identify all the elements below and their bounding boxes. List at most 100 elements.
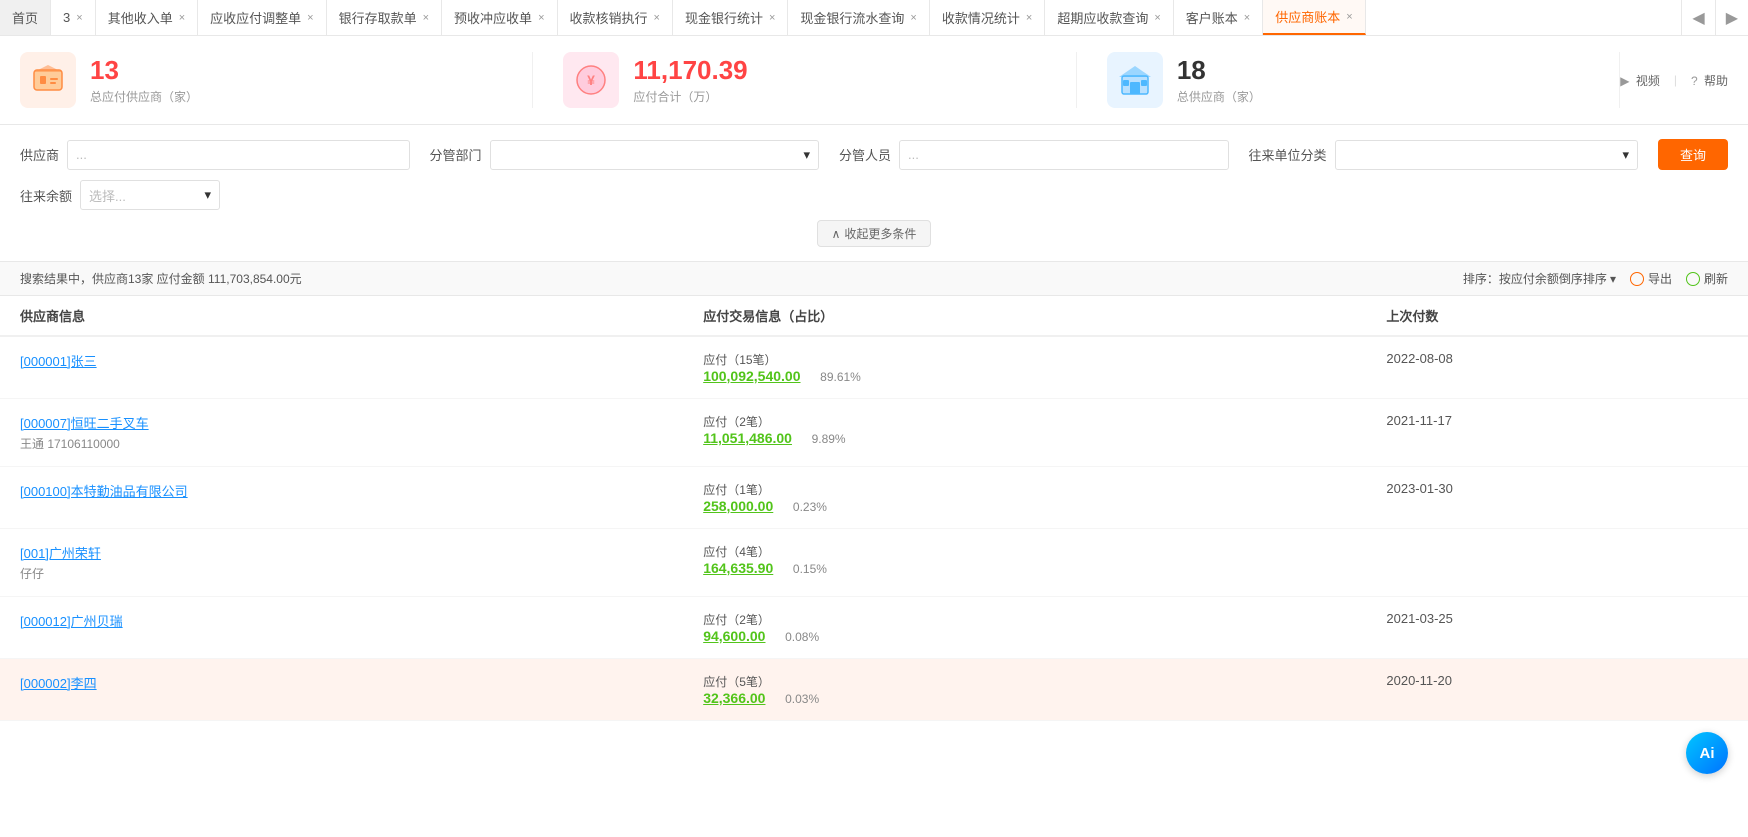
nav-cash-stat[interactable]: 现金银行统计 × xyxy=(673,0,788,35)
export-button[interactable]: 导出 xyxy=(1630,270,1672,287)
sort-button[interactable]: 排序：按应付余额倒序排序 ▾ xyxy=(1463,270,1616,287)
unit-class-select[interactable]: ▾ xyxy=(1335,140,1638,170)
refresh-button[interactable]: 刷新 xyxy=(1686,270,1728,287)
tx-amount[interactable]: 258,000.00 xyxy=(703,498,773,514)
supplier-payable-icon xyxy=(20,52,76,108)
tx-amount[interactable]: 164,635.90 xyxy=(703,560,773,576)
supplier-link[interactable]: [000007]恒旺二手叉车 xyxy=(20,413,703,432)
close-icon[interactable]: × xyxy=(910,12,916,24)
tx-amount[interactable]: 32,366.00 xyxy=(703,690,765,706)
supplier-sub: 王通 17106110000 xyxy=(20,435,703,452)
help-link[interactable]: ? 帮助 xyxy=(1691,72,1728,89)
nav-cash-query[interactable]: 现金银行流水查询 × xyxy=(788,0,929,35)
total-suppliers-count: 18 xyxy=(1177,55,1261,86)
col-last-pay: 上次付数 xyxy=(1386,306,1728,325)
tx-pct: 0.03% xyxy=(785,692,819,706)
nav-tab3[interactable]: 3 × xyxy=(51,0,96,35)
close-icon[interactable]: × xyxy=(1244,12,1250,24)
tx-amount[interactable]: 100,092,540.00 xyxy=(703,368,800,384)
tx-label: 应付（4笔） xyxy=(703,543,1386,560)
tx-cell: 应付（2笔） 94,600.00 0.08% xyxy=(703,611,1386,644)
supplier-link[interactable]: [001]广州荣轩 xyxy=(20,543,703,562)
divider: | xyxy=(1674,73,1677,87)
balance-select[interactable]: 选择... ▾ xyxy=(80,180,220,210)
dept-filter: 分管部门 ▾ xyxy=(430,140,820,170)
close-icon[interactable]: × xyxy=(179,12,185,24)
nav-ar-adjust[interactable]: 应收应付调整单 × xyxy=(198,0,326,35)
close-icon[interactable]: × xyxy=(76,12,82,24)
table-row: [000001]张三 应付（15笔） 100,092,540.00 89.61%… xyxy=(0,337,1748,399)
supplier-label: 供应商 xyxy=(20,145,59,164)
nav-next[interactable]: ▶ xyxy=(1715,0,1748,36)
tx-amount[interactable]: 94,600.00 xyxy=(703,628,765,644)
video-link[interactable]: ▶ 视频 xyxy=(1620,72,1660,89)
nav-other-income[interactable]: 其他收入单 × xyxy=(96,0,198,35)
chevron-down-icon: ▾ xyxy=(204,187,211,203)
store-icon xyxy=(1107,52,1163,108)
close-icon[interactable]: × xyxy=(1026,12,1032,24)
last-pay: 2021-03-25 xyxy=(1386,611,1728,626)
nav-prepay-ar[interactable]: 预收冲应收单 × xyxy=(442,0,557,35)
payable-amount-label: 应付合计（万） xyxy=(633,88,747,105)
dept-select[interactable]: ▾ xyxy=(490,140,819,170)
refresh-icon xyxy=(1686,272,1700,286)
summary-payable-amount: ¥ 11,170.39 应付合计（万） xyxy=(533,52,1076,108)
last-pay: 2020-11-20 xyxy=(1386,673,1728,688)
nav-overdue-ar[interactable]: 超期应收款查询 × xyxy=(1045,0,1173,35)
tx-label: 应付（1笔） xyxy=(703,481,1386,498)
summary-payable-suppliers: 13 总应付供应商（家） xyxy=(20,52,533,108)
payable-suppliers-label: 总应付供应商（家） xyxy=(90,88,198,105)
last-pay: 2022-08-08 xyxy=(1386,351,1728,366)
tx-pct: 0.08% xyxy=(785,630,819,644)
close-icon[interactable]: × xyxy=(654,12,660,24)
balance-filter: 往来余额 选择... ▾ xyxy=(20,180,220,210)
supplier-link[interactable]: [000012]广州贝瑞 xyxy=(20,611,703,630)
supplier-table: 供应商信息 应付交易信息（占比） 上次付数 [000001]张三 应付（15笔）… xyxy=(0,296,1748,837)
close-icon[interactable]: × xyxy=(538,12,544,24)
filter-row-1: 供应商 分管部门 ▾ 分管人员 往来单位分类 ▾ 查询 xyxy=(20,139,1728,170)
payable-suppliers-count: 13 xyxy=(90,55,198,86)
filter-area: 供应商 分管部门 ▾ 分管人员 往来单位分类 ▾ 查询 往来余额 选择 xyxy=(0,125,1748,262)
table-body: [000001]张三 应付（15笔） 100,092,540.00 89.61%… xyxy=(0,337,1748,837)
close-icon[interactable]: × xyxy=(1154,12,1160,24)
supplier-link[interactable]: [000100]本特勤油品有限公司 xyxy=(20,481,703,500)
nav-prev[interactable]: ◀ xyxy=(1681,0,1714,36)
nav-supplier-book[interactable]: 供应商账本 × xyxy=(1263,0,1365,35)
nav-collect-stat[interactable]: 收款情况统计 × xyxy=(930,0,1045,35)
nav-customer-book[interactable]: 客户账本 × xyxy=(1174,0,1263,35)
tx-pct: 9.89% xyxy=(812,432,846,446)
summary-actions: ▶ 视频 | ? 帮助 xyxy=(1620,72,1728,89)
nav-home[interactable]: 首页 xyxy=(0,0,51,35)
tx-label: 应付（2笔） xyxy=(703,611,1386,628)
close-icon[interactable]: × xyxy=(423,12,429,24)
table-header: 供应商信息 应付交易信息（占比） 上次付数 xyxy=(0,296,1748,337)
supplier-sub: 仔仔 xyxy=(20,565,703,582)
total-suppliers-label: 总供应商（家） xyxy=(1177,88,1261,105)
unit-class-label: 往来单位分类 xyxy=(1249,145,1327,164)
nav-bank-deposit[interactable]: 银行存取款单 × xyxy=(327,0,442,35)
supplier-link[interactable]: [000002]李四 xyxy=(20,673,703,692)
balance-placeholder: 选择... xyxy=(89,186,126,205)
result-actions: 排序：按应付余额倒序排序 ▾ 导出 刷新 xyxy=(1449,270,1728,287)
tx-amount[interactable]: 11,051,486.00 xyxy=(703,430,792,446)
ai-badge[interactable]: Ai xyxy=(1686,732,1728,774)
tx-label: 应付（15笔） xyxy=(703,351,1386,368)
chevron-up-icon: ∧ xyxy=(832,227,841,241)
supplier-input[interactable] xyxy=(67,140,409,170)
tx-cell: 应付（4笔） 164,635.90 0.15% xyxy=(703,543,1386,576)
last-pay: 2023-01-30 xyxy=(1386,481,1728,496)
close-icon[interactable]: × xyxy=(1346,11,1352,23)
close-icon[interactable]: × xyxy=(307,12,313,24)
tx-label: 应付（5笔） xyxy=(703,673,1386,690)
col-tx-info: 应付交易信息（占比） xyxy=(703,306,1386,325)
close-icon[interactable]: × xyxy=(769,12,775,24)
export-icon xyxy=(1630,272,1644,286)
supplier-filter: 供应商 xyxy=(20,140,410,170)
svg-text:¥: ¥ xyxy=(588,72,596,88)
query-button[interactable]: 查询 xyxy=(1658,139,1728,170)
person-input[interactable] xyxy=(899,140,1228,170)
nav-collect-exec[interactable]: 收款核销执行 × xyxy=(558,0,673,35)
amount-icon: ¥ xyxy=(563,52,619,108)
collapse-button[interactable]: ∧ 收起更多条件 xyxy=(817,220,932,247)
supplier-link[interactable]: [000001]张三 xyxy=(20,351,703,370)
